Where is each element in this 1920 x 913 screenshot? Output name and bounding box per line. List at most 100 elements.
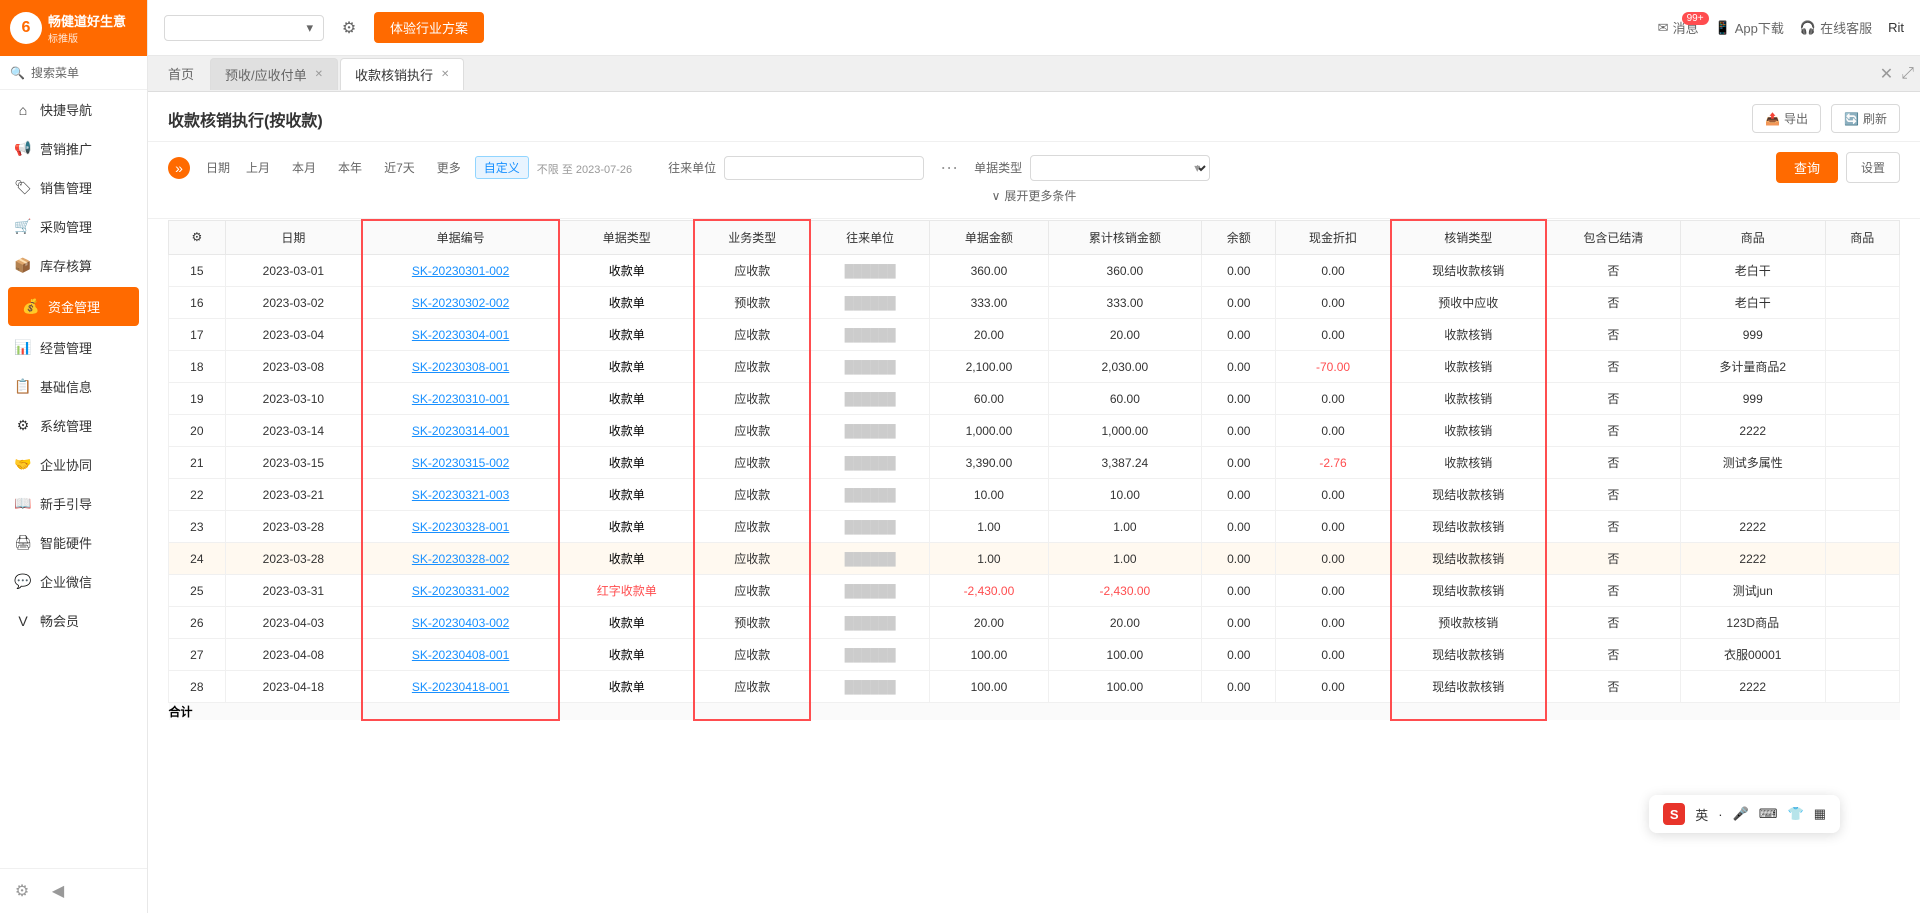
user-name[interactable]: Rit: [1888, 20, 1904, 35]
close-tab-icon[interactable]: ✕: [1880, 64, 1893, 84]
bill-no-link[interactable]: SK-20230328-002: [412, 552, 509, 566]
cell-biz-type: 应收款: [694, 447, 810, 479]
sidebar-item-marketing[interactable]: 📢 营销推广: [0, 129, 147, 168]
bill-no-link[interactable]: SK-20230302-002: [412, 296, 509, 310]
date-sub-text: 不限 至 2023-07-26: [537, 159, 632, 177]
bill-no-link[interactable]: SK-20230301-002: [412, 264, 509, 278]
cell-no: 19: [169, 383, 226, 415]
col-header-verified-amount[interactable]: 累计核销金额: [1048, 220, 1202, 255]
sidebar-item-enterprise[interactable]: 🤝 企业协同: [0, 445, 147, 484]
tab-receipt-verify[interactable]: 收款核销执行 ✕: [340, 58, 464, 90]
bill-type-select[interactable]: [1030, 155, 1210, 181]
settings-button[interactable]: 设置: [1846, 152, 1900, 183]
mic-icon[interactable]: 🎤: [1733, 806, 1749, 822]
date-btn-last-month[interactable]: 上月: [238, 157, 278, 178]
filter-toggle-button[interactable]: »: [168, 157, 190, 179]
search-menu[interactable]: 🔍 搜索菜单: [0, 56, 147, 90]
col-header-date[interactable]: 日期: [225, 220, 362, 255]
col-header-verify-type[interactable]: 核销类型: [1391, 220, 1546, 255]
cell-product2: [1825, 479, 1899, 511]
date-btn-7days[interactable]: 近7天: [376, 157, 423, 178]
cell-no: 20: [169, 415, 226, 447]
cell-amount: 1.00: [930, 543, 1048, 575]
footer-verify-type: [1391, 703, 1546, 721]
cell-bill-type: 收款单: [559, 671, 694, 703]
cell-cash-discount: 0.00: [1276, 511, 1391, 543]
bill-no-link[interactable]: SK-20230408-001: [412, 648, 509, 662]
cell-biz-type: 应收款: [694, 255, 810, 287]
tab-advance-bill[interactable]: 预收/应收付单 ✕: [210, 58, 338, 90]
bill-no-link[interactable]: SK-20230308-001: [412, 360, 509, 374]
col-header-product[interactable]: 商品: [1680, 220, 1825, 255]
sidebar-item-finance[interactable]: 💰 资金管理: [8, 287, 139, 326]
bill-no-link[interactable]: SK-20230315-002: [412, 456, 509, 470]
bill-no-link[interactable]: SK-20230418-001: [412, 680, 509, 694]
partner-input[interactable]: [724, 156, 924, 180]
col-header-partner[interactable]: 往来单位: [810, 220, 930, 255]
collapse-icon[interactable]: ◀: [44, 877, 72, 905]
col-header-balance[interactable]: 余额: [1202, 220, 1276, 255]
grid-icon[interactable]: ▦: [1814, 806, 1826, 822]
sidebar-item-purchase[interactable]: 🛒 采购管理: [0, 207, 147, 246]
sidebar-item-inventory[interactable]: 📦 库存核算: [0, 246, 147, 285]
cell-verify-type: 收款核销: [1391, 447, 1546, 479]
col-header-product2[interactable]: 商品: [1825, 220, 1899, 255]
export-button[interactable]: 📤 导出: [1752, 104, 1821, 133]
col-header-settings[interactable]: ⚙: [169, 220, 226, 255]
company-selector[interactable]: ▾: [164, 15, 324, 41]
expand-conditions-button[interactable]: ∨ 展开更多条件: [168, 183, 1900, 208]
online-support-link[interactable]: 🎧 在线客服: [1800, 18, 1872, 37]
expand-tab-icon[interactable]: ⤢: [1901, 65, 1914, 83]
bill-no-link[interactable]: SK-20230328-001: [412, 520, 509, 534]
col-header-bill-type[interactable]: 单据类型: [559, 220, 694, 255]
col-header-cash-discount[interactable]: 现金折扣: [1276, 220, 1391, 255]
sidebar-item-wechat[interactable]: 💬 企业微信: [0, 562, 147, 601]
col-header-biz-type[interactable]: 业务类型: [694, 220, 810, 255]
col-header-bill-no[interactable]: 单据编号: [362, 220, 559, 255]
sidebar-item-guide[interactable]: 📖 新手引导: [0, 484, 147, 523]
message-button[interactable]: ✉ 消息 99+: [1658, 18, 1699, 37]
industry-solution-button[interactable]: 体验行业方案: [374, 12, 484, 43]
col-header-include-cleared[interactable]: 包含已结清: [1546, 220, 1681, 255]
tab-close-advance-bill[interactable]: ✕: [315, 69, 323, 80]
cell-date: 2023-03-01: [225, 255, 362, 287]
tab-close-receipt-verify[interactable]: ✕: [441, 69, 449, 80]
bill-no-link[interactable]: SK-20230314-001: [412, 424, 509, 438]
bill-no-link[interactable]: SK-20230403-002: [412, 616, 509, 630]
tab-home[interactable]: 首页: [154, 58, 208, 89]
skin-icon[interactable]: 👕: [1788, 806, 1804, 822]
sidebar-item-hardware[interactable]: 🖨 智能硬件: [0, 523, 147, 562]
date-btn-this-year[interactable]: 本年: [330, 157, 370, 178]
bill-no-link[interactable]: SK-20230321-003: [412, 488, 509, 502]
cell-balance: 0.00: [1202, 479, 1276, 511]
date-btn-more[interactable]: 更多: [429, 157, 469, 178]
keyboard-icon[interactable]: ⌨: [1759, 806, 1778, 822]
sidebar-item-basic[interactable]: 📋 基础信息: [0, 367, 147, 406]
filter-dots[interactable]: ···: [940, 157, 958, 178]
col-header-amount[interactable]: 单据金额: [930, 220, 1048, 255]
sidebar-item-sales[interactable]: 🏷 销售管理: [0, 168, 147, 207]
sidebar-item-operations[interactable]: 📊 经营管理: [0, 328, 147, 367]
date-btn-custom[interactable]: 自定义: [475, 156, 529, 179]
bill-no-link[interactable]: SK-20230304-001: [412, 328, 509, 342]
cell-verified-amount: 1.00: [1048, 511, 1202, 543]
date-btn-this-month[interactable]: 本月: [284, 157, 324, 178]
settings-bottom-icon[interactable]: ⚙: [8, 877, 36, 905]
cell-no: 26: [169, 607, 226, 639]
bill-no-link[interactable]: SK-20230331-002: [412, 584, 509, 598]
search-icon: 🔍: [10, 66, 25, 80]
cell-include-cleared: 否: [1546, 319, 1681, 351]
refresh-button[interactable]: 🔄 刷新: [1831, 104, 1900, 133]
cell-product: 999: [1680, 319, 1825, 351]
cell-verified-amount: 60.00: [1048, 383, 1202, 415]
cell-bill-type: 收款单: [559, 287, 694, 319]
bill-no-link[interactable]: SK-20230310-001: [412, 392, 509, 406]
sidebar-item-system[interactable]: ⚙ 系统管理: [0, 406, 147, 445]
app-download-link[interactable]: 📱 App下载: [1715, 18, 1784, 37]
settings-icon[interactable]: ⚙: [334, 13, 364, 43]
cell-date: 2023-03-21: [225, 479, 362, 511]
query-button[interactable]: 查询: [1776, 152, 1838, 183]
cell-bill-no: SK-20230308-001: [362, 351, 559, 383]
sidebar-item-member[interactable]: V 畅会员: [0, 601, 147, 640]
sidebar-item-quick-nav[interactable]: ⌂ 快捷导航: [0, 90, 147, 129]
